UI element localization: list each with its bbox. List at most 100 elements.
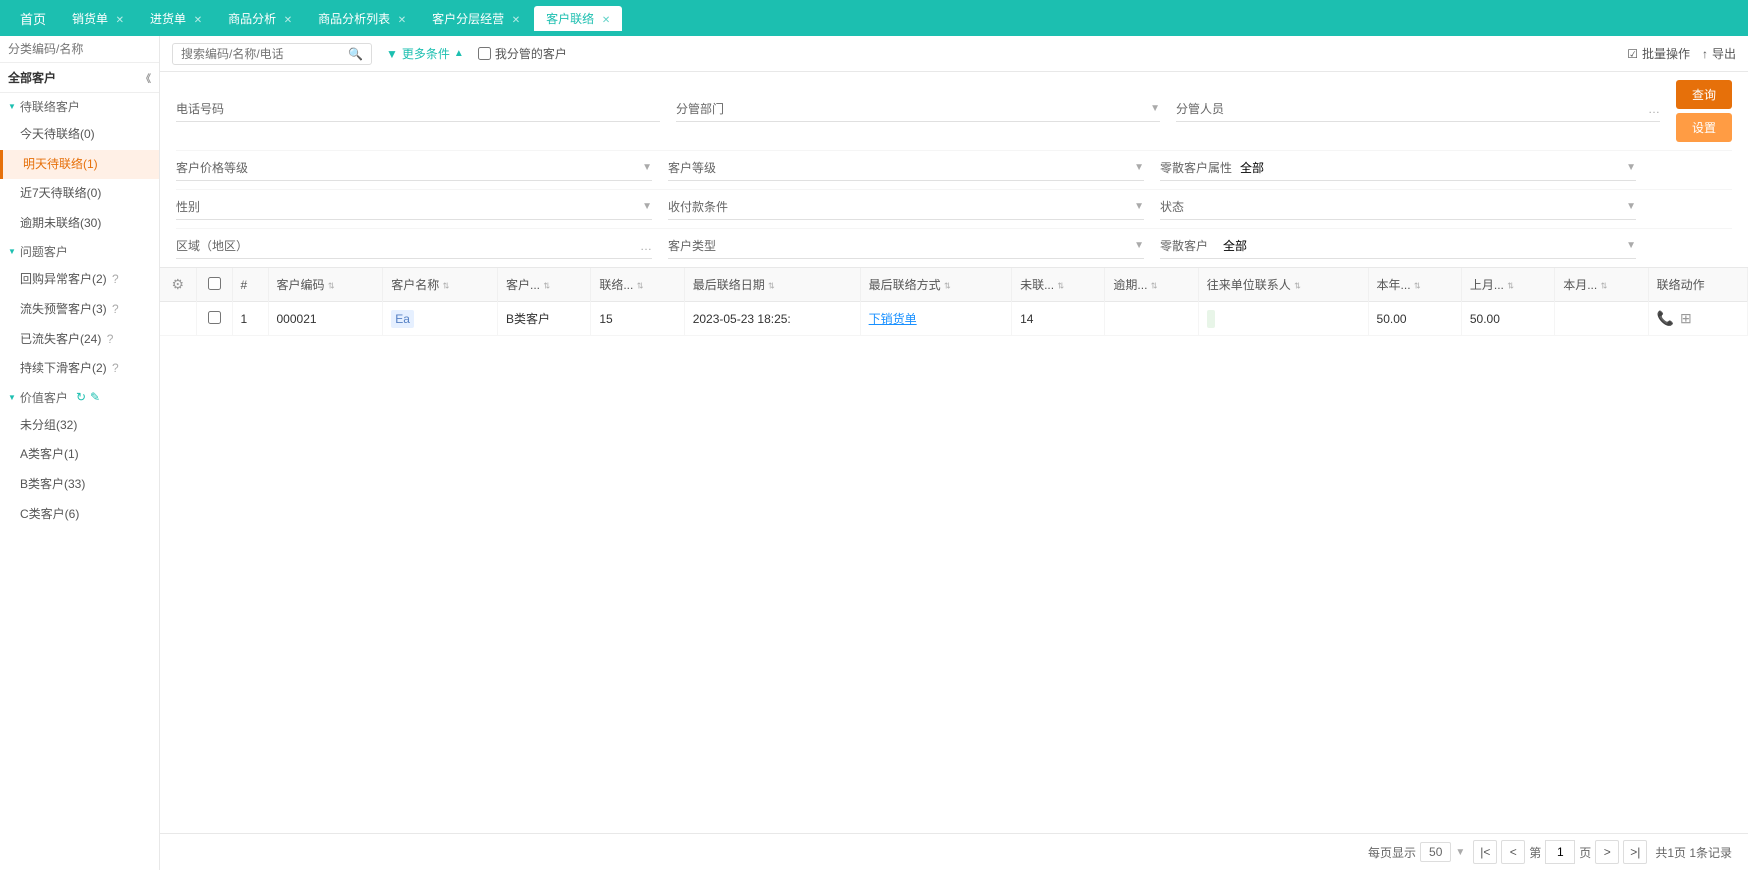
- action-phone-icon[interactable]: 📞: [1657, 310, 1674, 327]
- filter-icon: ▼: [386, 47, 398, 61]
- nav-purchase-close[interactable]: ✕: [194, 15, 202, 26]
- pagination: |< < 第 页 > >|: [1473, 840, 1647, 864]
- filter-branch-dept: 分管部门 ▼: [676, 100, 1160, 122]
- col-settings: ⚙: [160, 268, 196, 302]
- sidebar-group-problem[interactable]: ▼ 问题客户: [0, 238, 159, 265]
- nav-customer-contact-close[interactable]: ✕: [602, 15, 610, 26]
- col-this-year: 本年... ⇅: [1368, 268, 1461, 302]
- table-row: 1 000021 Ea B类客户 15 2023-05-23 18:25: 下销…: [160, 302, 1748, 336]
- next-page-btn[interactable]: >: [1595, 840, 1619, 864]
- dropdown-arrow: ▼: [1150, 103, 1160, 114]
- filter-retail-attr: 零散客户属性 全部 ▼: [1160, 159, 1636, 181]
- filter-row-1: 电话号码 分管部门 ▼ 分管人员 …: [176, 80, 1732, 151]
- help-icon-1[interactable]: ?: [112, 272, 119, 286]
- query-btn[interactable]: 查询: [1676, 80, 1732, 109]
- sort-icon-this-month: ⇅: [1601, 281, 1608, 290]
- filter-price-level: 客户价格等级 ▼: [176, 159, 652, 181]
- sidebar-item-overdue[interactable]: 逾期未联络(30): [0, 209, 159, 239]
- nav-goods-analysis-close[interactable]: ✕: [284, 15, 292, 26]
- help-icon-3[interactable]: ?: [107, 332, 114, 346]
- dropdown-arrow-5: ▼: [642, 201, 652, 212]
- sidebar-item-repurchase-abnormal[interactable]: 回购异常客户(2) ?: [0, 265, 159, 295]
- edit-icon[interactable]: ✎: [90, 390, 100, 404]
- search-box: 🔍: [172, 43, 372, 65]
- nav-goods-analysis-list-close[interactable]: ✕: [398, 15, 406, 26]
- filter-branch-dept-select[interactable]: ▼: [739, 103, 1160, 114]
- cell-actions: 📞 ⊞: [1648, 302, 1747, 336]
- row-checkbox[interactable]: [208, 311, 221, 324]
- total-text: 共1页 1条记录: [1655, 844, 1732, 861]
- filter-price-level-select[interactable]: ▼: [256, 162, 652, 173]
- col-last-month: 上月... ⇅: [1461, 268, 1554, 302]
- more-conditions-btn[interactable]: ▼ 更多条件 ▲: [380, 42, 470, 65]
- filter-customer-level-select[interactable]: ▼: [731, 162, 1144, 173]
- dropdown-arrow-2: ▼: [642, 162, 652, 173]
- nav-customer-tier[interactable]: 客户分层经营 ✕: [420, 6, 532, 31]
- all-customers-header[interactable]: 全部客户 《: [0, 63, 159, 93]
- help-icon-2[interactable]: ?: [112, 302, 119, 316]
- sidebar-item-unclassified[interactable]: 未分组(32): [0, 411, 159, 441]
- export-btn[interactable]: ↑ 导出: [1702, 45, 1736, 62]
- filter-retail-customer-select[interactable]: 全部 ▼: [1223, 237, 1636, 254]
- cell-index: 1: [232, 302, 268, 336]
- sidebar-item-class-a[interactable]: A类客户(1): [0, 440, 159, 470]
- sidebar-item-class-c[interactable]: C类客户(6): [0, 500, 159, 530]
- sidebar-item-class-b[interactable]: B类客户(33): [0, 470, 159, 500]
- sidebar-item-tomorrow[interactable]: 明天待联络(1): [0, 150, 159, 180]
- col-contact-count: 联络... ⇅: [591, 268, 684, 302]
- settings-btn[interactable]: 设置: [1676, 113, 1732, 142]
- col-name: 客户名称 ⇅: [383, 268, 498, 302]
- sidebar-search-input[interactable]: [8, 42, 160, 56]
- last-page-btn[interactable]: >|: [1623, 840, 1647, 864]
- first-page-btn[interactable]: |<: [1473, 840, 1497, 864]
- batch-ops-icon: ☑: [1627, 47, 1638, 61]
- filter-status-select[interactable]: ▼: [1223, 201, 1636, 212]
- sidebar-item-week[interactable]: 近7天待联络(0): [0, 179, 159, 209]
- sidebar-group-pending-contact[interactable]: ▼ 待联络客户: [0, 93, 159, 120]
- nav-customer-tier-close[interactable]: ✕: [512, 15, 520, 26]
- filter-branch-person-select[interactable]: …: [1239, 102, 1660, 116]
- sidebar-group-value[interactable]: ▼ 价值客户 ↻ ✎: [0, 384, 159, 411]
- sidebar-item-lost[interactable]: 流失预警客户(3) ?: [0, 295, 159, 325]
- nav-home[interactable]: 首页: [8, 5, 58, 32]
- nav-goods-analysis[interactable]: 商品分析 ✕: [216, 6, 304, 31]
- sort-icon-type: ⇅: [543, 281, 550, 290]
- sidebar-item-already-lost[interactable]: 已流失客户(24) ?: [0, 325, 159, 355]
- filter-customer-type-select[interactable]: ▼: [731, 240, 1144, 251]
- sidebar-item-continuous-decline[interactable]: 持续下滑客户(2) ?: [0, 354, 159, 384]
- nav-customer-contact[interactable]: 客户联络 ✕: [534, 6, 622, 31]
- nav-sales-close[interactable]: ✕: [116, 15, 124, 26]
- search-input[interactable]: [181, 47, 344, 61]
- contact-method-link[interactable]: 下销货单: [869, 312, 917, 326]
- search-icon[interactable]: 🔍: [348, 47, 363, 61]
- sidebar-item-today[interactable]: 今天待联络(0): [0, 120, 159, 150]
- cell-not-contacted: 14: [1012, 302, 1105, 336]
- help-icon-4[interactable]: ?: [112, 361, 119, 375]
- refresh-icon[interactable]: ↻: [76, 390, 86, 404]
- nav-purchase[interactable]: 进货单 ✕: [138, 6, 214, 31]
- sort-icon-last-month: ⇅: [1507, 281, 1514, 290]
- filter-payment-terms-select[interactable]: ▼: [736, 201, 1144, 212]
- dropdown-arrow-4: ▼: [1626, 162, 1636, 173]
- col-last-contact-method: 最后联络方式 ⇅: [860, 268, 1011, 302]
- filter-region: 区域（地区） …: [176, 237, 652, 259]
- sort-icon-count: ⇅: [637, 281, 644, 290]
- filter-region-select[interactable]: …: [256, 239, 652, 253]
- filter-row-4: 区域（地区） … 客户类型 ▼ 零散客户 全部: [176, 237, 1732, 259]
- select-all-checkbox[interactable]: [208, 277, 221, 290]
- page-size-select[interactable]: 每页显示 50 ▼: [1368, 842, 1465, 862]
- nav-goods-analysis-list[interactable]: 商品分析列表 ✕: [306, 6, 418, 31]
- filter-retail-attr-select[interactable]: 全部 ▼: [1240, 159, 1636, 176]
- table-settings-icon[interactable]: ⚙: [171, 276, 184, 292]
- page-number-input[interactable]: [1545, 840, 1575, 864]
- my-customers-check[interactable]: [478, 47, 491, 60]
- action-grid-icon[interactable]: ⊞: [1680, 310, 1692, 327]
- my-customers-checkbox[interactable]: 我分管的客户: [478, 45, 567, 62]
- prev-page-btn[interactable]: <: [1501, 840, 1525, 864]
- col-customer-type: 客户... ⇅: [498, 268, 591, 302]
- filter-gender-select[interactable]: ▼: [239, 201, 652, 212]
- filter-phone-input[interactable]: [239, 102, 660, 116]
- batch-ops-btn[interactable]: ☑ 批量操作: [1627, 45, 1690, 62]
- table-header-row: ⚙ # 客户编码 ⇅ 客户名称 ⇅: [160, 268, 1748, 302]
- nav-sales[interactable]: 销货单 ✕: [60, 6, 136, 31]
